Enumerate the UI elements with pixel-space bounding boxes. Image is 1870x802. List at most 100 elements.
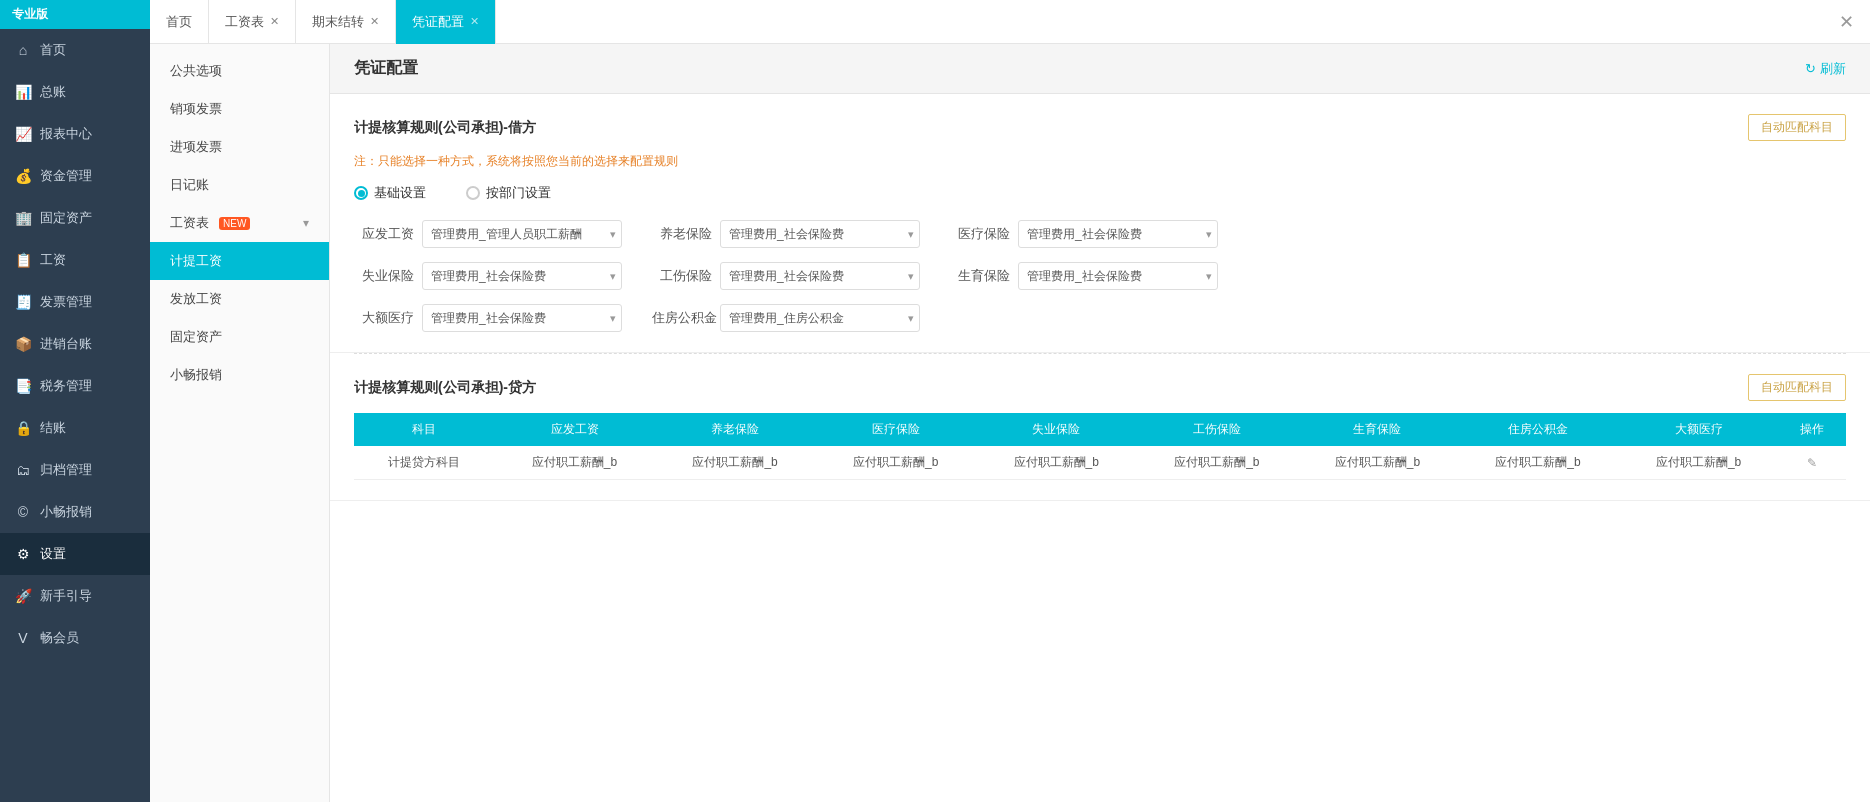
radio-basic-setup[interactable]: 基础设置: [354, 184, 426, 202]
debit-section-title: 计提核算规则(公司承担)-借方: [354, 119, 536, 137]
debit-pension-select[interactable]: 管理费用_社会保险费: [720, 220, 920, 248]
edit-icon[interactable]: ✎: [1807, 456, 1817, 470]
debit-major-medical-select[interactable]: 管理费用_社会保险费: [422, 304, 622, 332]
invoice-icon: 🧾: [14, 294, 32, 310]
sidebar-item-fixed-assets[interactable]: 🏢 固定资产: [0, 197, 150, 239]
page-content: 公共选项 销项发票 进项发票 日记账 工资表 NEW ▾ 计提工资 发放工资: [150, 44, 1870, 802]
sub-nav-item-sales-invoice[interactable]: 销项发票: [150, 90, 329, 128]
sidebar-item-closing[interactable]: 🔒 结账: [0, 407, 150, 449]
sidebar-label-fixed-assets: 固定资产: [40, 209, 92, 227]
page-title: 凭证配置: [354, 58, 418, 79]
close-window-button[interactable]: ✕: [1823, 11, 1870, 33]
cell-action[interactable]: ✎: [1779, 446, 1846, 480]
tab-payroll-label: 工资表: [225, 13, 264, 31]
debit-section: 计提核算规则(公司承担)-借方 自动匹配科目 注：只能选择一种方式，系统将按照您…: [330, 94, 1870, 353]
sidebar-item-payroll[interactable]: 📋 工资: [0, 239, 150, 281]
debit-form-row-2: 失业保险 管理费用_社会保险费 工伤保险 管理费用_社会: [354, 262, 1846, 290]
tab-home[interactable]: 首页: [150, 0, 209, 44]
tab-period-closing-label: 期末结转: [312, 13, 364, 31]
debit-unemploy-select-wrapper: 管理费用_社会保险费: [422, 262, 622, 290]
sub-nav-item-calc-payroll[interactable]: 计提工资: [150, 242, 329, 280]
home-icon: ⌂: [14, 42, 32, 58]
sidebar-label-sales-ledger: 进销台账: [40, 335, 92, 353]
col-action: 操作: [1779, 413, 1846, 446]
radio-dept-setup-label: 按部门设置: [486, 184, 551, 202]
sub-nav-item-public-options[interactable]: 公共选项: [150, 52, 329, 90]
radio-dept-setup[interactable]: 按部门设置: [466, 184, 551, 202]
debit-injury-select-wrapper: 管理费用_社会保险费: [720, 262, 920, 290]
sidebar-item-home[interactable]: ⌂ 首页: [0, 29, 150, 71]
debit-notice-text: 注：只能选择一种方式，系统将按照您当前的选择来配置规则: [354, 153, 1846, 170]
sidebar-item-sales-ledger[interactable]: 📦 进销台账: [0, 323, 150, 365]
sidebar-item-general-ledger[interactable]: 📊 总账: [0, 71, 150, 113]
archive-icon: 🗂: [14, 462, 32, 478]
sidebar-item-invoice-mgmt[interactable]: 🧾 发票管理: [0, 281, 150, 323]
sub-nav: 公共选项 销项发票 进项发票 日记账 工资表 NEW ▾ 计提工资 发放工资: [150, 44, 330, 802]
refresh-button[interactable]: ↻ 刷新: [1805, 60, 1846, 78]
debit-field-medical: 医疗保险 管理费用_社会保险费: [950, 220, 1218, 248]
debit-payroll-select-wrapper: 管理费用_管理人员职工薪酬: [422, 220, 622, 248]
cell-payroll: 应付职工薪酬_b: [494, 446, 655, 480]
sidebar-item-report-center[interactable]: 📈 报表中心: [0, 113, 150, 155]
sidebar-label-tax-mgmt: 税务管理: [40, 377, 92, 395]
main-area: 首页 工资表 ✕ 期末结转 ✕ 凭证配置 ✕ ✕ 公共选项 销项发票 进项发票: [150, 0, 1870, 802]
debit-medical-select[interactable]: 管理费用_社会保险费: [1018, 220, 1218, 248]
debit-unemploy-select[interactable]: 管理费用_社会保险费: [422, 262, 622, 290]
tab-period-closing-close[interactable]: ✕: [370, 15, 379, 28]
debit-section-header: 计提核算规则(公司承担)-借方 自动匹配科目: [354, 114, 1846, 141]
debit-birth-select[interactable]: 管理费用_社会保险费: [1018, 262, 1218, 290]
gear-icon: ⚙: [14, 546, 32, 562]
sidebar-item-archive-mgmt[interactable]: 🗂 归档管理: [0, 449, 150, 491]
tab-period-closing[interactable]: 期末结转 ✕: [296, 0, 396, 44]
debit-field-injury: 工伤保险 管理费用_社会保险费: [652, 262, 920, 290]
tax-icon: 📑: [14, 378, 32, 394]
debit-field-birth: 生育保险 管理费用_社会保险费: [950, 262, 1218, 290]
tab-voucher-config-close[interactable]: ✕: [470, 15, 479, 28]
col-unemploy: 失业保险: [976, 413, 1137, 446]
sub-nav-item-issue-payroll[interactable]: 发放工资: [150, 280, 329, 318]
sidebar-header: 专业版: [0, 0, 150, 29]
sidebar-item-tax-mgmt[interactable]: 📑 税务管理: [0, 365, 150, 407]
sidebar-label-archive-mgmt: 归档管理: [40, 461, 92, 479]
credit-table: 科目 应发工资 养老保险 医疗保险 失业保险 工伤保险 生育保险 住房公积金 大…: [354, 413, 1846, 480]
debit-auto-match-button[interactable]: 自动匹配科目: [1748, 114, 1846, 141]
debit-field-payroll: 应发工资 管理费用_管理人员职工薪酬: [354, 220, 622, 248]
debit-form-row-1: 应发工资 管理费用_管理人员职工薪酬 养老保险 管理费用: [354, 220, 1846, 248]
debit-unemploy-label: 失业保险: [354, 267, 414, 285]
credit-auto-match-button[interactable]: 自动匹配科目: [1748, 374, 1846, 401]
sub-nav-item-journal[interactable]: 日记账: [150, 166, 329, 204]
sidebar-item-beginner-guide[interactable]: 🚀 新手引导: [0, 575, 150, 617]
sub-nav-item-fixed-assets-sub[interactable]: 固定资产: [150, 318, 329, 356]
debit-housing-label: 住房公积金: [652, 309, 712, 327]
tab-voucher-config[interactable]: 凭证配置 ✕: [396, 0, 496, 44]
debit-pension-label: 养老保险: [652, 225, 712, 243]
sidebar-label-settings: 设置: [40, 545, 66, 563]
sidebar-item-member[interactable]: V 畅会员: [0, 617, 150, 659]
lock-icon: 🔒: [14, 420, 32, 436]
sidebar-label-fund-mgmt: 资金管理: [40, 167, 92, 185]
cell-major-medical: 应付职工薪酬_b: [1618, 446, 1779, 480]
content-area: 凭证配置 ↻ 刷新 计提核算规则(公司承担)-借方 自动匹配科目 注：只能选择一…: [330, 44, 1870, 802]
sidebar-item-xiao-chang[interactable]: © 小畅报销: [0, 491, 150, 533]
col-birth: 生育保险: [1297, 413, 1458, 446]
debit-injury-select[interactable]: 管理费用_社会保险费: [720, 262, 920, 290]
radio-basic-setup-label: 基础设置: [374, 184, 426, 202]
sales-icon: 📦: [14, 336, 32, 352]
debit-housing-select[interactable]: 管理费用_住房公积金: [720, 304, 920, 332]
sidebar-label-closing: 结账: [40, 419, 66, 437]
cell-housing: 应付职工薪酬_b: [1458, 446, 1619, 480]
sub-nav-item-xiao-chang-expense[interactable]: 小畅报销: [150, 356, 329, 394]
tab-payroll[interactable]: 工资表 ✕: [209, 0, 296, 44]
refresh-icon: ↻: [1805, 61, 1816, 76]
sidebar-label-general-ledger: 总账: [40, 83, 66, 101]
tab-payroll-close[interactable]: ✕: [270, 15, 279, 28]
sidebar: 专业版 ⌂ 首页 📊 总账 📈 报表中心 💰 资金管理 🏢 固定资产 📋 工资 …: [0, 0, 150, 802]
debit-field-unemploy: 失业保险 管理费用_社会保险费: [354, 262, 622, 290]
debit-payroll-select[interactable]: 管理费用_管理人员职工薪酬: [422, 220, 622, 248]
sidebar-item-fund-mgmt[interactable]: 💰 资金管理: [0, 155, 150, 197]
sidebar-item-settings[interactable]: ⚙ 设置: [0, 533, 150, 575]
sub-nav-item-purchase-invoice[interactable]: 进项发票: [150, 128, 329, 166]
sidebar-label-payroll: 工资: [40, 251, 66, 269]
rocket-icon: 🚀: [14, 588, 32, 604]
sub-nav-item-payroll-table[interactable]: 工资表 NEW ▾: [150, 204, 329, 242]
